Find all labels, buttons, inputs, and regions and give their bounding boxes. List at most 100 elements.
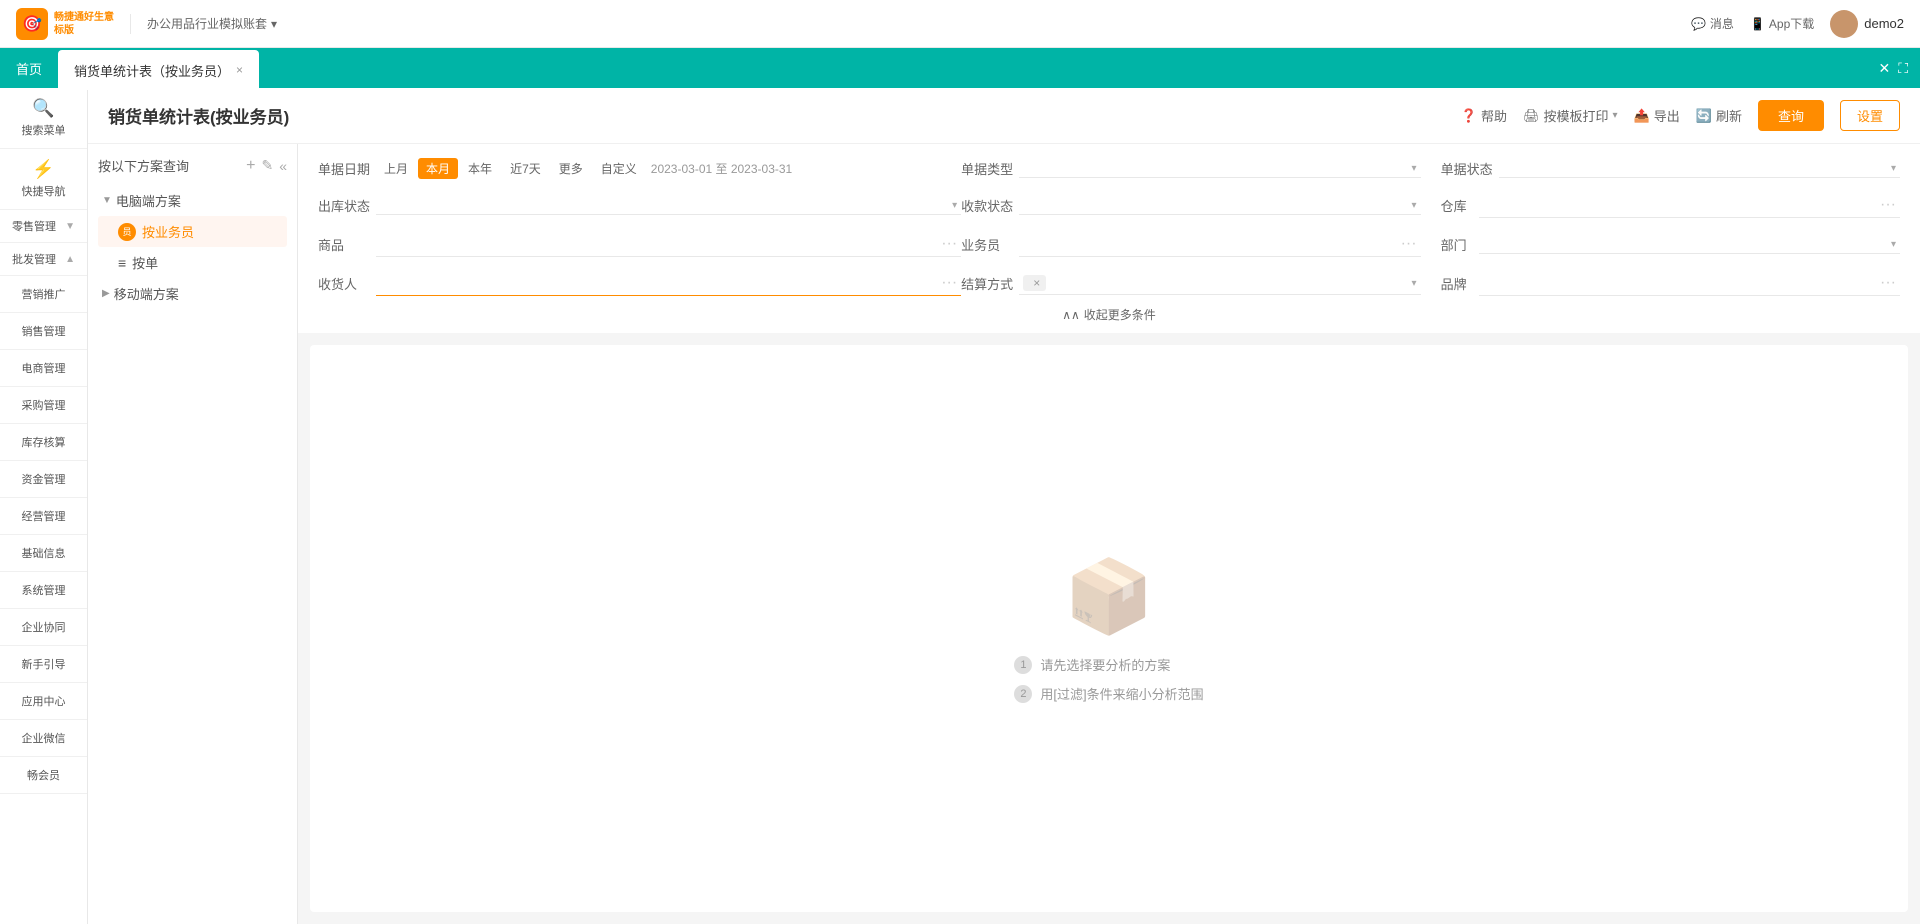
empty-hint-2: 2 用[过滤]条件来缩小分析范围 xyxy=(1014,684,1203,703)
sidebar-label-base: 基础信息 xyxy=(22,545,66,561)
phone-icon: 📱 xyxy=(1750,17,1765,31)
department-select[interactable]: ▾ xyxy=(1479,236,1900,254)
product-label: 商品 xyxy=(318,235,370,254)
help-icon: ❓ xyxy=(1461,108,1477,124)
print-action[interactable]: 🖨 按模板打印 ▾ xyxy=(1523,106,1618,125)
sidebar-label-member: 畅会员 xyxy=(27,767,60,783)
product-select[interactable]: ··· xyxy=(376,232,961,257)
doctype-select[interactable]: ▾ xyxy=(1019,160,1420,178)
collapse-panel-btn[interactable]: « xyxy=(279,158,287,174)
collapse-btn[interactable]: ∧∧ 收起更多条件 xyxy=(1062,306,1156,323)
export-action[interactable]: 📤 导出 xyxy=(1634,106,1680,125)
hint-text-1: 请先选择要分析的方案 xyxy=(1040,655,1170,674)
brand-label: 品牌 xyxy=(1441,274,1473,293)
refresh-action[interactable]: 🔄 刷新 xyxy=(1696,106,1742,125)
tab-home[interactable]: 首页 xyxy=(0,48,58,88)
empty-hints: 1 请先选择要分析的方案 2 用[过滤]条件来缩小分析范围 xyxy=(1014,655,1203,703)
refresh-label: 刷新 xyxy=(1716,106,1742,125)
add-scheme-btn[interactable]: + xyxy=(246,157,255,175)
logo-icon: 🎯 xyxy=(16,8,48,40)
date-last-month-btn[interactable]: 上月 xyxy=(376,158,416,179)
filter-paystatus-group: 收款状态 ▾ xyxy=(961,196,1420,215)
app-download-action[interactable]: 📱 App下载 xyxy=(1750,15,1814,32)
tab-report[interactable]: 销货单统计表（按业务员） × xyxy=(58,50,259,90)
message-action[interactable]: 💬 消息 xyxy=(1691,15,1734,32)
filter-row-3: 商品 ··· 业务员 ··· 部门 xyxy=(318,232,1900,257)
page-header-bar: 销货单统计表(按业务员) ❓ 帮助 🖨 按模板打印 ▾ 📤 导出 🔄 刷新 xyxy=(88,88,1920,144)
filter-row-2: 出库状态 ▾ 收款状态 ▾ xyxy=(318,193,1900,218)
sidebar-label-quicknav: 快捷导航 xyxy=(22,183,66,199)
tab-bar: 首页 销货单统计表（按业务员） × ✕ ⛶ xyxy=(0,48,1920,88)
sidebar-item-inventory[interactable]: 库存核算 xyxy=(0,424,87,461)
sidebar-item-apps[interactable]: 应用中心 xyxy=(0,683,87,720)
empty-state: 📦 1 请先选择要分析的方案 2 用[过滤]条件来缩小分析范围 xyxy=(1014,554,1203,703)
outstatus-select[interactable]: ▾ xyxy=(376,197,961,215)
tab-expand-btn[interactable]: ⛶ xyxy=(1898,60,1908,77)
date-this-year-btn[interactable]: 本年 xyxy=(460,158,500,179)
sidebar-item-retail[interactable]: 零售管理 ▼ xyxy=(0,210,87,243)
date-7days-btn[interactable]: 近7天 xyxy=(502,158,549,179)
tree-item-salesperson[interactable]: 员 按业务员 xyxy=(98,216,287,247)
sidebar-item-system[interactable]: 系统管理 xyxy=(0,572,87,609)
receiver-input[interactable]: ··· xyxy=(376,271,961,296)
settlement-tag-close[interactable]: × xyxy=(1033,276,1040,290)
tree-group-mobile[interactable]: ▶ 移动端方案 xyxy=(98,278,287,309)
sidebar-item-ecom[interactable]: 电商管理 xyxy=(0,350,87,387)
filter-outstatus-group: 出库状态 ▾ xyxy=(318,196,961,215)
receiver-label: 收货人 xyxy=(318,274,370,293)
settings-button[interactable]: 设置 xyxy=(1840,100,1900,131)
filter-doctype-group: 单据类型 ▾ xyxy=(961,159,1420,178)
sidebar-item-collab[interactable]: 企业协同 xyxy=(0,609,87,646)
salesperson-select[interactable]: ··· xyxy=(1019,232,1420,257)
company-selector[interactable]: 办公用品行业模拟账套 ▾ xyxy=(147,15,277,32)
sidebar-item-newbie[interactable]: 新手引导 xyxy=(0,646,87,683)
sidebar-label-ops: 经营管理 xyxy=(22,508,66,524)
department-chevron-icon: ▾ xyxy=(1891,239,1896,250)
paystatus-select[interactable]: ▾ xyxy=(1019,197,1420,215)
warehouse-select[interactable]: ··· xyxy=(1479,193,1900,218)
date-custom-btn[interactable]: 自定义 xyxy=(593,158,645,179)
salesperson-label: 业务员 xyxy=(961,235,1013,254)
sidebar-item-ops[interactable]: 经营管理 xyxy=(0,498,87,535)
edit-scheme-btn[interactable]: ✎ xyxy=(261,157,273,174)
sidebar-item-finance[interactable]: 资金管理 xyxy=(0,461,87,498)
sidebar-item-wechat[interactable]: 企业微信 xyxy=(0,720,87,757)
sidebar-label-apps: 应用中心 xyxy=(22,693,66,709)
message-label: 消息 xyxy=(1710,15,1734,32)
sidebar-item-wholesale[interactable]: 批发管理 ▲ xyxy=(0,243,87,276)
sidebar-item-search[interactable]: 🔍 搜索菜单 xyxy=(0,88,87,149)
brand-select[interactable]: ··· xyxy=(1479,271,1900,296)
docstatus-select[interactable]: ▾ xyxy=(1499,160,1900,178)
sidebar-item-quicknav[interactable]: ⚡ 快捷导航 xyxy=(0,149,87,210)
header-left: 🎯 畅捷通好生意 标版 办公用品行业模拟账套 ▾ xyxy=(16,8,277,40)
date-more-btn[interactable]: 更多 xyxy=(551,158,591,179)
outstatus-label: 出库状态 xyxy=(318,196,370,215)
sidebar-item-purchase[interactable]: 采购管理 xyxy=(0,387,87,424)
user-area[interactable]: demo2 xyxy=(1830,10,1904,38)
sidebar-label-wechat: 企业微信 xyxy=(22,730,66,746)
sidebar-label-marketing: 营销推广 xyxy=(22,286,66,302)
settlement-select[interactable]: × ▾ xyxy=(1019,272,1420,295)
sidebar-item-marketing[interactable]: 营销推广 xyxy=(0,276,87,313)
export-label: 导出 xyxy=(1654,106,1680,125)
tab-report-label: 销货单统计表（按业务员） xyxy=(74,61,230,80)
salesperson-scheme-label: 按业务员 xyxy=(142,222,194,241)
tree-item-order[interactable]: ≡ 按单 xyxy=(98,247,287,278)
date-this-month-btn[interactable]: 本月 xyxy=(418,158,458,179)
tree-group-pc[interactable]: ▼ 电脑端方案 xyxy=(98,185,287,216)
query-button[interactable]: 查询 xyxy=(1758,100,1824,131)
sidebar-item-sales[interactable]: 销售管理 xyxy=(0,313,87,350)
sidebar-item-member[interactable]: 畅会员 xyxy=(0,757,87,794)
sidebar-item-base[interactable]: 基础信息 xyxy=(0,535,87,572)
pc-expand-icon: ▼ xyxy=(102,195,112,206)
receiver-dots: ··· xyxy=(941,274,957,292)
settlement-label: 结算方式 xyxy=(961,274,1013,293)
date-range-display: 2023-03-01 至 2023-03-31 xyxy=(651,160,792,177)
receiver-text-input[interactable] xyxy=(380,276,941,291)
settlement-tag: × xyxy=(1023,275,1046,291)
help-label: 帮助 xyxy=(1481,106,1507,125)
help-action[interactable]: ❓ 帮助 xyxy=(1461,106,1507,125)
tab-close-icon[interactable]: × xyxy=(236,63,243,77)
sidebar-label-retail: 零售管理 xyxy=(12,218,56,234)
tab-close-all-btn[interactable]: ✕ xyxy=(1878,60,1890,77)
